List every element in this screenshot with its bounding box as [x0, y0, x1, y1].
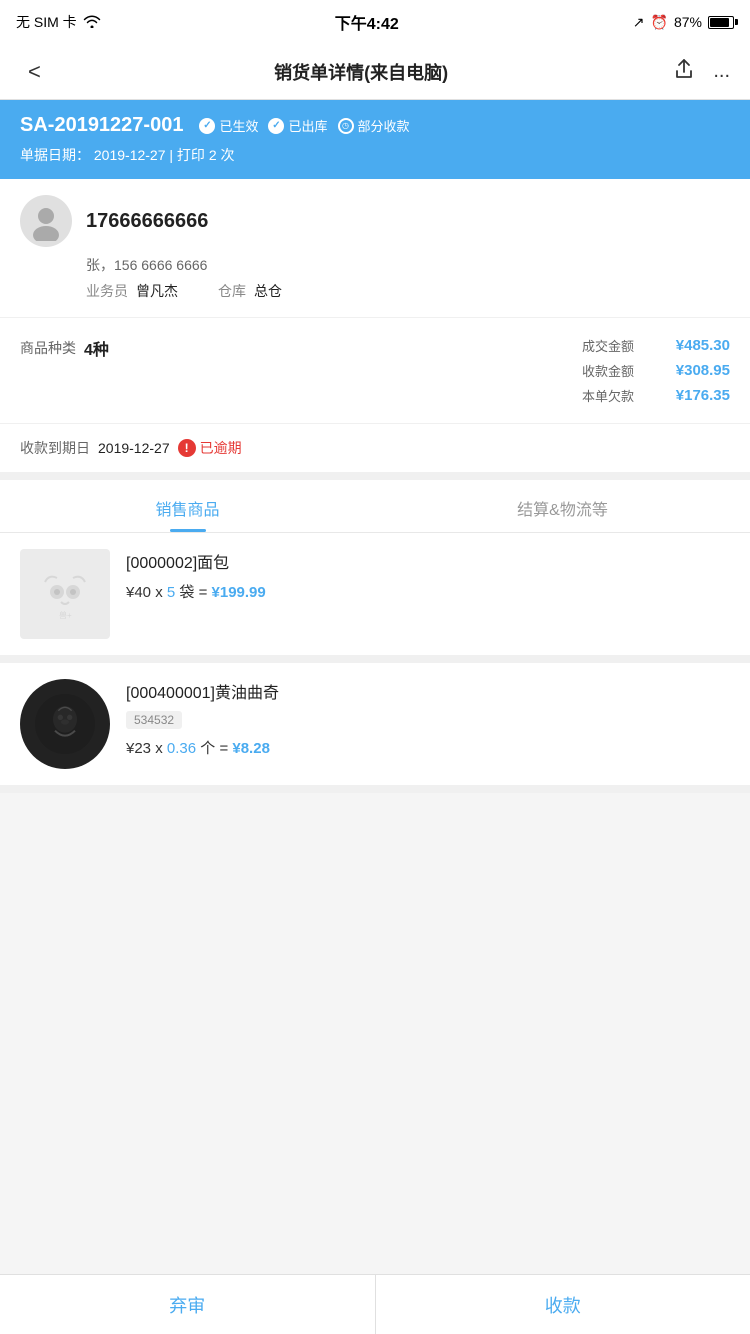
product-list: 兽+ [0000002]面包 ¥40 x 5 袋 = ¥199.99: [0, 533, 750, 873]
back-button[interactable]: <: [20, 51, 49, 93]
share-icon[interactable]: [673, 58, 695, 86]
product-info-1: [0000002]面包 ¥40 x 5 袋 = ¥199.99: [126, 549, 730, 602]
nav-bar: < 销货单详情(来自电脑) ...: [0, 44, 750, 100]
product-price-1: ¥40 x 5 袋 = ¥199.99: [126, 581, 730, 602]
customer-meta: 业务员 曾凡杰 仓库 总仓: [86, 281, 730, 301]
list-item: [000400001]黄油曲奇 534532 ¥23 x 0.36 个 = ¥8…: [0, 663, 750, 793]
status-badges: ✓ 已生效 ✓ 已出库 ◷ 部分收款: [199, 116, 409, 135]
product-image-2: [20, 679, 110, 769]
list-item: 兽+ [0000002]面包 ¥40 x 5 袋 = ¥199.99: [0, 533, 750, 663]
status-bar-right: ↗ ⏰ 87%: [633, 14, 734, 31]
product-sku-2: 534532: [126, 711, 182, 729]
product-type-summary: 商品种类 4种: [20, 336, 109, 360]
status-badge-effective: ✓ 已生效: [199, 116, 258, 135]
debt-amount-row: 本单欠款 ¥176.35: [582, 386, 730, 405]
header-banner-row2: 单据日期： 2019-12-27 | 打印 2 次: [20, 145, 730, 165]
tab-settlement-logistics[interactable]: 结算&物流等: [375, 480, 750, 532]
page-title: 销货单详情(来自电脑): [274, 59, 448, 85]
overdue-badge: ! 已逾期: [178, 438, 242, 458]
customer-row: 17666666666: [20, 195, 730, 247]
customer-name-phone: 张，156 6666 6666: [86, 255, 730, 275]
debt-amount-label: 本单欠款: [582, 386, 634, 405]
location-icon: ↗: [633, 14, 645, 31]
cancel-button[interactable]: 弃审: [0, 1275, 376, 1334]
clock-icon: ◷: [338, 118, 354, 134]
wifi-icon: [83, 14, 101, 31]
check-icon-shipped: ✓: [268, 118, 284, 134]
status-badge-shipped: ✓ 已出库: [268, 116, 327, 135]
debt-amount-value: ¥176.35: [650, 387, 730, 404]
received-amount-row: 收款金额 ¥308.95: [582, 361, 730, 380]
status-bar-left: 无 SIM 卡: [16, 12, 101, 32]
header-banner-row1: SA-20191227-001 ✓ 已生效 ✓ 已出库 ◷ 部分收款: [20, 114, 730, 137]
received-amount-value: ¥308.95: [650, 362, 730, 379]
amount-summary: 成交金额 ¥485.30 收款金额 ¥308.95 本单欠款 ¥176.35: [582, 336, 730, 405]
carrier-label: 无 SIM 卡: [16, 12, 77, 32]
svg-text:兽+: 兽+: [59, 610, 72, 620]
battery-percentage: 87%: [674, 14, 702, 30]
due-date-section: 收款到期日 2019-12-27 ! 已逾期: [0, 424, 750, 480]
bottom-bar: 弃审 收款: [0, 1274, 750, 1334]
product-name-2: [000400001]黄油曲奇: [126, 679, 730, 703]
check-icon-effective: ✓: [199, 118, 215, 134]
product-name-1: [0000002]面包: [126, 549, 730, 573]
deal-amount-value: ¥485.30: [650, 337, 730, 354]
deal-amount-row: 成交金额 ¥485.30: [582, 336, 730, 355]
alarm-icon: ⏰: [651, 14, 668, 31]
due-date-label: 收款到期日: [20, 438, 90, 458]
customer-phone: 17666666666: [86, 210, 208, 233]
product-qty-2: 0.36: [167, 740, 196, 757]
product-qty-1: 5: [167, 584, 175, 601]
salesperson-value: 曾凡杰: [136, 281, 178, 301]
due-date-value: 2019-12-27: [98, 440, 170, 456]
confirm-button[interactable]: 收款: [376, 1275, 750, 1334]
status-badge-partial: ◷ 部分收款: [338, 116, 410, 135]
product-type-label: 商品种类: [20, 338, 76, 358]
overdue-text: 已逾期: [200, 438, 242, 458]
product-image-1: 兽+: [20, 549, 110, 639]
tabs-section: 销售商品 结算&物流等: [0, 480, 750, 533]
salesperson-meta: 业务员 曾凡杰: [86, 281, 178, 301]
order-date: 2019-12-27: [94, 147, 166, 163]
product-total-1: ¥199.99: [212, 584, 266, 601]
warehouse-value: 总仓: [254, 281, 282, 301]
product-type-count: 4种: [84, 336, 109, 360]
nav-actions: ...: [673, 58, 730, 86]
deal-amount-label: 成交金额: [582, 336, 634, 355]
avatar: [20, 195, 72, 247]
status-bar-time: 下午4:42: [335, 10, 399, 34]
order-id: SA-20191227-001: [20, 114, 183, 137]
overdue-icon: !: [178, 439, 196, 457]
more-icon[interactable]: ...: [713, 60, 730, 83]
battery-icon: [708, 16, 734, 29]
tab-sales-products[interactable]: 销售商品: [0, 480, 375, 532]
received-amount-label: 收款金额: [582, 361, 634, 380]
product-price-2: ¥23 x 0.36 个 = ¥8.28: [126, 737, 730, 758]
status-bar: 无 SIM 卡 下午4:42 ↗ ⏰ 87%: [0, 0, 750, 44]
header-banner: SA-20191227-001 ✓ 已生效 ✓ 已出库 ◷ 部分收款 单据日期：…: [0, 100, 750, 179]
warehouse-meta: 仓库 总仓: [218, 281, 282, 301]
product-total-2: ¥8.28: [232, 740, 270, 757]
customer-section: 17666666666 张，156 6666 6666 业务员 曾凡杰 仓库 总…: [0, 179, 750, 318]
product-info-2: [000400001]黄油曲奇 534532 ¥23 x 0.36 个 = ¥8…: [126, 679, 730, 758]
summary-section: 商品种类 4种 成交金额 ¥485.30 收款金额 ¥308.95 本单欠款 ¥…: [0, 318, 750, 424]
